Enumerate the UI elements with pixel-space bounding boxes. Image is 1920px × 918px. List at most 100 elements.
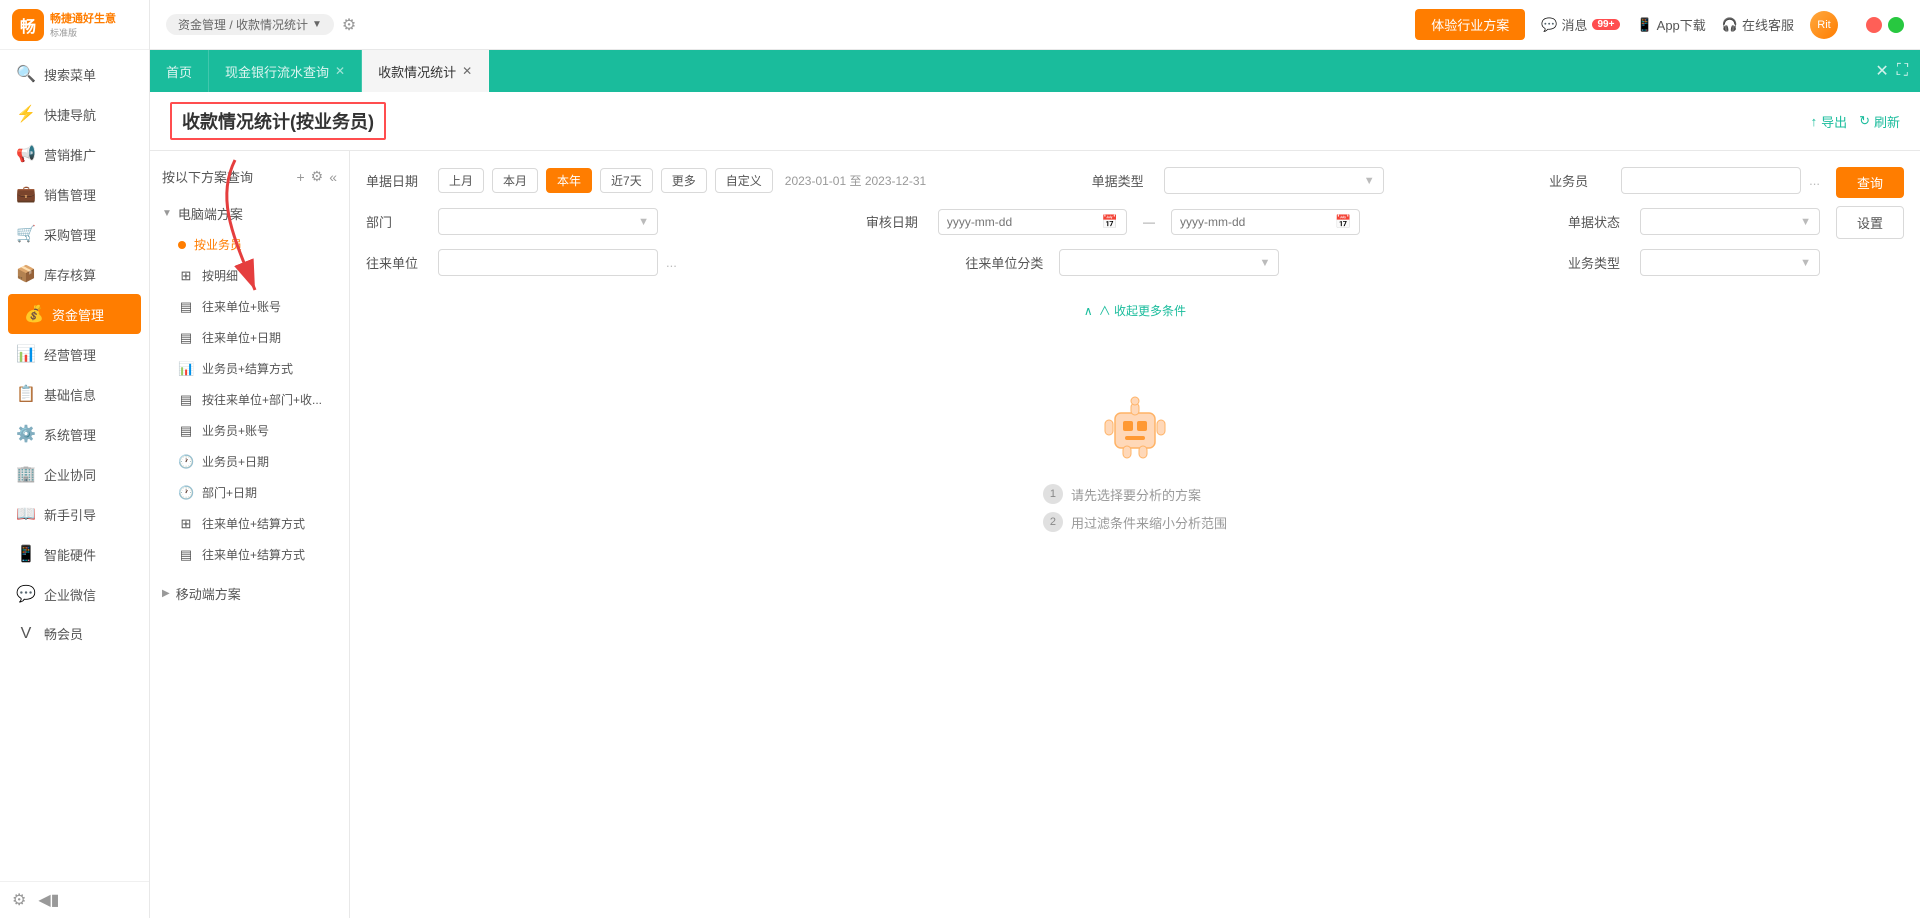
audit-date-end-field[interactable]	[1180, 215, 1335, 229]
sidebar-item-wechat[interactable]: 💬 企业微信	[0, 574, 149, 614]
sidebar-item-purchase[interactable]: 🛒 采购管理	[0, 214, 149, 254]
quicknav-icon: ⚡	[16, 104, 36, 124]
newguide-icon: 📖	[16, 504, 36, 524]
sidebar-item-enterprise[interactable]: 🏢 企业协同	[0, 454, 149, 494]
unit-select[interactable]	[438, 249, 658, 276]
scheme-item-by-salesman[interactable]: 按业务员	[150, 229, 349, 260]
date-btn-custom[interactable]: 自定义	[715, 168, 773, 193]
sidebar-item-smarthw[interactable]: 📱 智能硬件	[0, 534, 149, 574]
tab-expand-icon[interactable]: ⛶	[1897, 62, 1908, 80]
scheme-item-unit-settle2[interactable]: ▤ 往来单位+结算方式	[150, 539, 349, 570]
biztype-select[interactable]: ▼	[1640, 249, 1820, 276]
panel-collapse-button[interactable]: «	[329, 169, 337, 185]
sidebar-nav: 🔍 搜索菜单 ⚡ 快捷导航 📢 营销推广 💼 销售管理 🛒 采购管理 📦 库存核…	[0, 50, 149, 881]
add-scheme-button[interactable]: +	[296, 169, 304, 185]
sidebar-item-operations[interactable]: 📊 经营管理	[0, 334, 149, 374]
clock-icon: 🕐	[178, 454, 194, 470]
scheme-mobile-header[interactable]: ▶ 移动端方案	[150, 578, 349, 609]
salesman-select[interactable]	[1621, 167, 1801, 194]
calendar-icon[interactable]: 📅	[1102, 214, 1118, 230]
sidebar-item-member[interactable]: V 畅会员	[0, 614, 149, 653]
unit-dots[interactable]: ...	[666, 255, 677, 270]
scheme-item-salesman-settle[interactable]: 📊 业务员+结算方式	[150, 353, 349, 384]
scheme-item-unit-date[interactable]: ▤ 往来单位+日期	[150, 322, 349, 353]
bottom-settings-icon[interactable]: ⚙	[12, 890, 26, 910]
tab-bank-flow[interactable]: 现金银行流水查询 ✕	[209, 50, 362, 92]
sidebar-item-quicknav[interactable]: ⚡ 快捷导航	[0, 94, 149, 134]
scheme-item-salesman-date[interactable]: 🕐 业务员+日期	[150, 446, 349, 477]
grid-icon: ⊞	[178, 268, 194, 284]
scheme-item-unit-account[interactable]: ▤ 往来单位+账号	[150, 291, 349, 322]
doctype-select[interactable]: ▼	[1164, 167, 1384, 194]
scheme-item-dept-date[interactable]: 🕐 部门+日期	[150, 477, 349, 508]
filter-area: 单据日期 上月 本月 本年 近7天 更多 自定义 2023-01-01 至 20…	[366, 167, 1820, 290]
right-panel: 单据日期 上月 本月 本年 近7天 更多 自定义 2023-01-01 至 20…	[350, 151, 1920, 918]
window-controls	[1866, 17, 1904, 33]
date-btn-more[interactable]: 更多	[661, 168, 707, 193]
tab-close-all-icon[interactable]: ✕	[1875, 61, 1888, 81]
calendar2-icon[interactable]: 📅	[1335, 214, 1351, 230]
sidebar-item-search[interactable]: 🔍 搜索菜单	[0, 54, 149, 94]
scheme-settings-button[interactable]: ⚙	[311, 168, 324, 185]
user-avatar[interactable]: Rit	[1810, 11, 1838, 39]
export-button[interactable]: ↑ 导出	[1811, 112, 1848, 131]
date-btn-last-month[interactable]: 上月	[438, 168, 484, 193]
sidebar-item-sales[interactable]: 💼 销售管理	[0, 174, 149, 214]
hint-number-1: 1	[1043, 484, 1063, 504]
dept-label: 部门	[366, 212, 422, 231]
window-close-button[interactable]	[1866, 17, 1882, 33]
scheme-item-salesman-account[interactable]: ▤ 业务员+账号	[150, 415, 349, 446]
filter-settings-button[interactable]: 设置	[1836, 206, 1904, 239]
clock2-icon: 🕐	[178, 485, 194, 501]
unit-field: ...	[438, 249, 677, 276]
empty-hints: 1 请先选择要分析的方案 2 用过滤条件来缩小分析范围	[1043, 484, 1227, 532]
audit-date-start-input[interactable]: 📅	[938, 209, 1127, 235]
docstatus-select[interactable]: ▼	[1640, 208, 1820, 235]
marketing-icon: 📢	[16, 144, 36, 164]
salesman-dots[interactable]: ...	[1809, 173, 1820, 188]
unit-label: 往来单位	[366, 253, 422, 272]
scheme-desktop-header[interactable]: ▼ 电脑端方案	[150, 198, 349, 229]
trial-button[interactable]: 体验行业方案	[1415, 9, 1525, 40]
export-icon: ↑	[1811, 114, 1818, 129]
date-btn-this-year[interactable]: 本年	[546, 168, 592, 193]
member-icon: V	[16, 625, 36, 643]
tab-collection-stat[interactable]: 收款情况统计 ✕	[362, 50, 489, 92]
scheme-item-unit-settle1[interactable]: ⊞ 往来单位+结算方式	[150, 508, 349, 539]
tab-home[interactable]: 首页	[150, 50, 209, 92]
filter-row-3: 往来单位 ... 往来单位分类 ▼	[366, 249, 1820, 276]
unit-category-select[interactable]: ▼	[1059, 249, 1279, 276]
hint-number-2: 2	[1043, 512, 1063, 532]
app-download-button[interactable]: 📱 App下载	[1636, 15, 1705, 34]
query-button[interactable]: 查询	[1836, 167, 1904, 198]
purchase-icon: 🛒	[16, 224, 36, 244]
sidebar-item-newguide[interactable]: 📖 新手引导	[0, 494, 149, 534]
sidebar-item-finance[interactable]: 💰 资金管理	[8, 294, 141, 334]
top-header: 资金管理 / 收款情况统计 ▼ ⚙ 体验行业方案 💬 消息 99+ 📱 App下…	[150, 0, 1920, 50]
sidebar-item-system[interactable]: ⚙️ 系统管理	[0, 414, 149, 454]
sidebar-item-inventory[interactable]: 📦 库存核算	[0, 254, 149, 294]
collapse-more-button[interactable]: ∧ ∧ 收起更多条件	[366, 294, 1904, 327]
doctype-label: 单据类型	[1092, 171, 1148, 190]
expand-icon: ▼	[162, 208, 172, 219]
customer-service-button[interactable]: 🎧 在线客服	[1722, 15, 1794, 34]
date-btn-7days[interactable]: 近7天	[600, 168, 653, 193]
window-maximize-button[interactable]	[1888, 17, 1904, 33]
grid2-icon: ⊞	[178, 516, 194, 532]
dept-select[interactable]: ▼	[438, 208, 658, 235]
sidebar-item-basicinfo[interactable]: 📋 基础信息	[0, 374, 149, 414]
refresh-button[interactable]: ↻ 刷新	[1859, 112, 1900, 131]
audit-date-start-field[interactable]	[947, 215, 1102, 229]
scheme-item-by-detail[interactable]: ⊞ 按明细	[150, 260, 349, 291]
gear-icon[interactable]: ⚙	[342, 15, 356, 35]
message-button[interactable]: 💬 消息 99+	[1541, 15, 1620, 34]
audit-date-end-input[interactable]: 📅	[1171, 209, 1360, 235]
scheme-item-unit-dept[interactable]: ▤ 按往来单位+部门+收...	[150, 384, 349, 415]
message-icon: 💬	[1541, 17, 1557, 33]
sidebar-item-marketing[interactable]: 📢 营销推广	[0, 134, 149, 174]
filter-row-2: 部门 ▼ 审核日期 📅 —	[366, 208, 1820, 235]
bottom-toggle-icon[interactable]: ◀▮	[38, 890, 59, 910]
date-btn-this-month[interactable]: 本月	[492, 168, 538, 193]
tab-close-collection[interactable]: ✕	[462, 64, 472, 78]
tab-close-bank-flow[interactable]: ✕	[335, 64, 345, 78]
